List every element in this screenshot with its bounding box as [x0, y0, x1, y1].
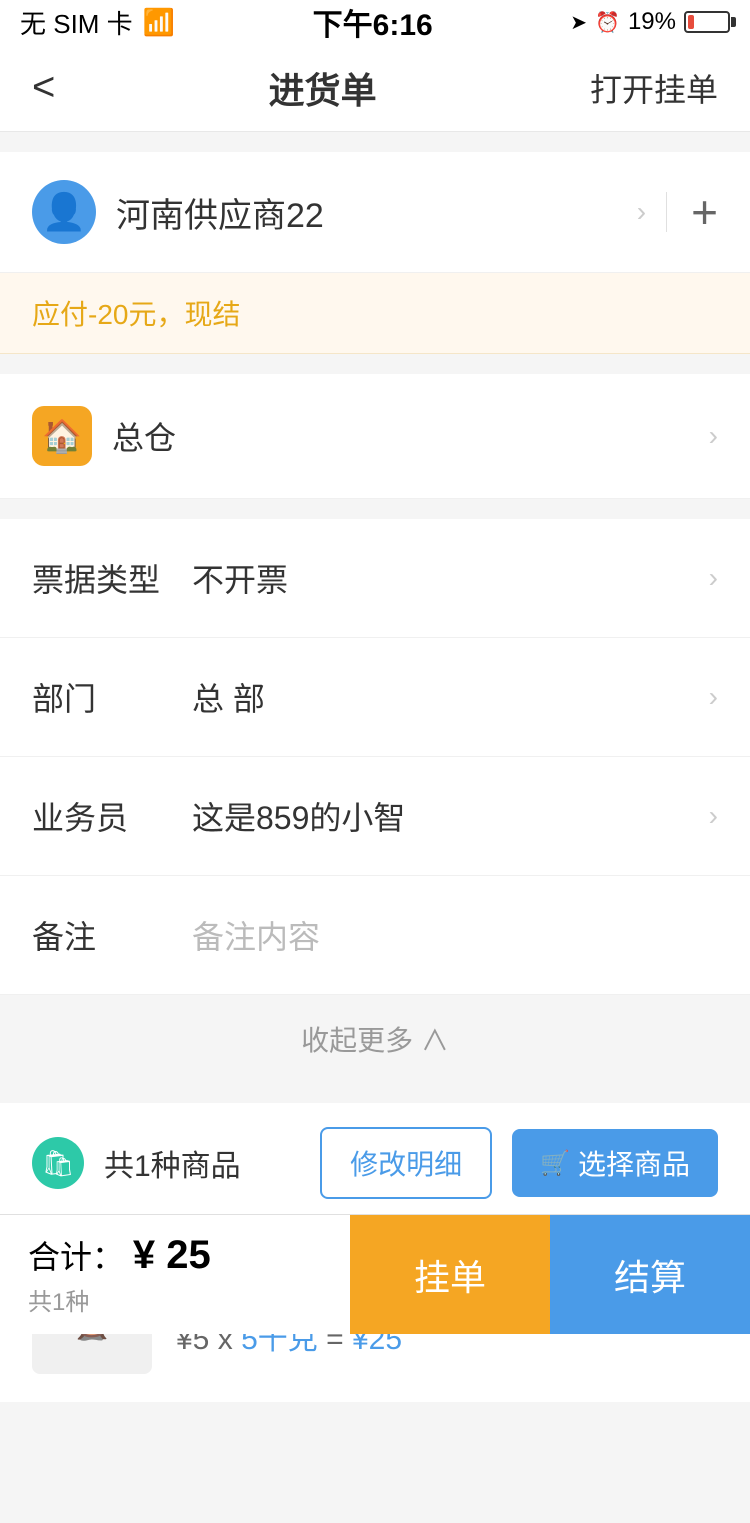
- cart-icon: 🛒: [540, 1149, 570, 1178]
- warehouse-row[interactable]: 🏠 总仓 ›: [0, 374, 750, 499]
- invoice-type-value: 不开票: [172, 555, 709, 601]
- warehouse-chevron-icon: ›: [709, 420, 718, 452]
- department-row[interactable]: 部门 总 部 ›: [0, 638, 750, 757]
- collapse-bar[interactable]: 收起更多 ∧: [0, 995, 750, 1083]
- status-left: 无 SIM 卡 📶: [20, 4, 175, 41]
- edit-detail-button[interactable]: 修改明细: [320, 1127, 492, 1199]
- open-hang-button[interactable]: 打开挂单: [590, 65, 718, 111]
- footer-summary: 合计： ¥ 25 共1种: [0, 1215, 350, 1334]
- invoice-type-row[interactable]: 票据类型 不开票 ›: [0, 519, 750, 638]
- notice-bar: 应付-20元，现结: [0, 273, 750, 354]
- status-right: ➤ ⏰ 19%: [570, 8, 730, 36]
- select-product-button[interactable]: 🛒 选择商品: [512, 1129, 718, 1197]
- product-icon: 🛍: [32, 1137, 84, 1189]
- settle-button[interactable]: 结算: [550, 1215, 750, 1334]
- invoice-type-label: 票据类型: [32, 555, 172, 601]
- salesperson-label: 业务员: [32, 793, 172, 839]
- total-amount: ¥ 25: [133, 1233, 211, 1277]
- supplier-section: 👤 河南供应商22 › + 应付-20元，现结: [0, 152, 750, 354]
- chevron-right-icon: ›: [637, 196, 646, 228]
- status-time: 下午6:16: [313, 0, 433, 44]
- battery-percent: 19%: [628, 8, 676, 36]
- hang-button[interactable]: 挂单: [350, 1215, 550, 1334]
- gap-4: [0, 1083, 750, 1103]
- page-title: 进货单: [269, 62, 377, 114]
- location-icon: ➤: [570, 10, 587, 35]
- select-product-label: 选择商品: [578, 1143, 690, 1183]
- warehouse-section: 🏠 总仓 ›: [0, 374, 750, 499]
- salesperson-chevron-icon: ›: [709, 800, 718, 832]
- carrier-label: 无 SIM 卡: [20, 4, 133, 41]
- invoice-chevron-icon: ›: [709, 562, 718, 594]
- supplier-name: 河南供应商22: [116, 188, 637, 237]
- remark-input[interactable]: 备注内容: [172, 912, 718, 958]
- footer-total-row: 合计： ¥ 25: [28, 1232, 322, 1278]
- supplier-row[interactable]: 👤 河南供应商22 › +: [0, 152, 750, 273]
- nav-bar: < 进货单 打开挂单: [0, 44, 750, 132]
- product-count-text: 共1种商品: [104, 1141, 300, 1185]
- warehouse-label: 总仓: [112, 413, 709, 459]
- salesperson-row[interactable]: 业务员 这是859的小智 ›: [0, 757, 750, 876]
- bag-icon: 🛍: [41, 1148, 74, 1179]
- battery-icon: [684, 11, 730, 33]
- alarm-icon: ⏰: [595, 10, 620, 35]
- warehouse-icon: 🏠: [32, 406, 92, 466]
- status-bar: 无 SIM 卡 📶 下午6:16 ➤ ⏰ 19%: [0, 0, 750, 44]
- avatar: 👤: [32, 180, 96, 244]
- remark-label: 备注: [32, 912, 172, 958]
- divider: [666, 192, 667, 232]
- department-label: 部门: [32, 674, 172, 720]
- gap-3: [0, 499, 750, 519]
- salesperson-value: 这是859的小智: [172, 793, 709, 839]
- gap-1: [0, 132, 750, 152]
- product-header: 🛍 共1种商品 修改明细 🛒 选择商品: [0, 1103, 750, 1224]
- department-chevron-icon: ›: [709, 681, 718, 713]
- form-section: 票据类型 不开票 › 部门 总 部 › 业务员 这是859的小智 › 备注 备注…: [0, 519, 750, 995]
- footer-count: 共1种: [28, 1282, 322, 1317]
- bottom-spacer: [0, 1403, 750, 1523]
- footer-bar: 合计： ¥ 25 共1种 挂单 结算: [0, 1214, 750, 1334]
- gap-2: [0, 354, 750, 374]
- remark-row[interactable]: 备注 备注内容: [0, 876, 750, 995]
- person-icon: 👤: [42, 191, 87, 233]
- add-button[interactable]: +: [691, 189, 718, 235]
- back-button[interactable]: <: [32, 65, 55, 110]
- total-label: 合计：: [28, 1239, 124, 1275]
- department-value: 总 部: [172, 674, 709, 720]
- wifi-icon: 📶: [143, 7, 175, 38]
